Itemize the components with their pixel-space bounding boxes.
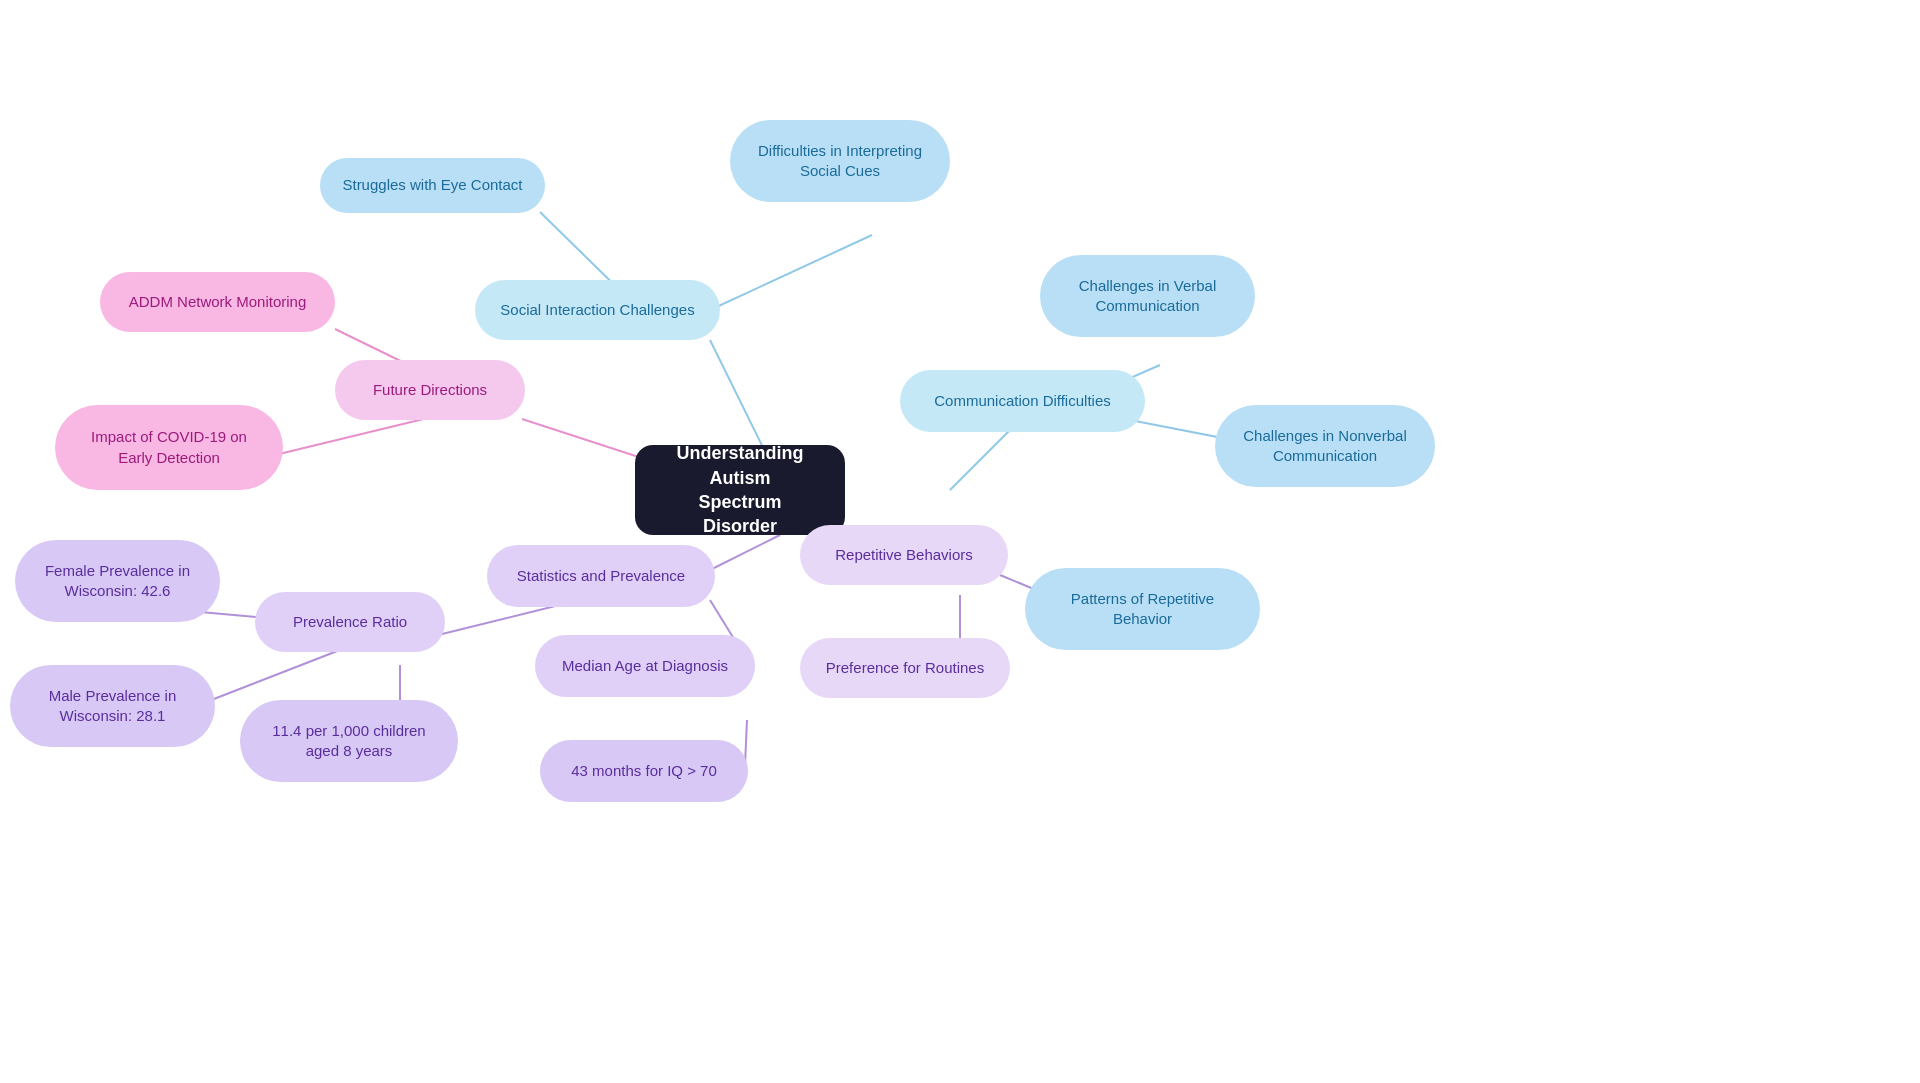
svg-line-8 (275, 415, 440, 455)
children-rate-node: 11.4 per 1,000 children aged 8 years (240, 700, 458, 782)
center-node: Understanding Autism Spectrum Disorder (635, 445, 845, 535)
difficulties-social-cues-node: Difficulties in Interpreting Social Cues (730, 120, 950, 202)
nonverbal-communication-node: Challenges in Nonverbal Communication (1215, 405, 1435, 487)
months-iq-node: 43 months for IQ > 70 (540, 740, 748, 802)
svg-line-3 (950, 430, 1010, 490)
social-interaction-node: Social Interaction Challenges (475, 280, 720, 340)
svg-line-9 (710, 535, 780, 570)
repetitive-behaviors-node: Repetitive Behaviors (800, 525, 1008, 585)
prevalence-ratio-node: Prevalence Ratio (255, 592, 445, 652)
verbal-communication-node: Challenges in Verbal Communication (1040, 255, 1255, 337)
female-prevalence-node: Female Prevalence in Wisconsin: 42.6 (15, 540, 220, 622)
communication-difficulties-node: Communication Difficulties (900, 370, 1145, 432)
preference-routines-node: Preference for Routines (800, 638, 1010, 698)
patterns-repetitive-node: Patterns of Repetitive Behavior (1025, 568, 1260, 650)
future-directions-node: Future Directions (335, 360, 525, 420)
covid-node: Impact of COVID-19 on Early Detection (55, 405, 283, 490)
mindmap-canvas: Understanding Autism Spectrum Disorder S… (0, 0, 1920, 1083)
statistics-prevalence-node: Statistics and Prevalence (487, 545, 715, 607)
struggles-eye-contact-node: Struggles with Eye Contact (320, 158, 545, 213)
svg-line-2 (710, 235, 872, 310)
median-age-node: Median Age at Diagnosis (535, 635, 755, 697)
addm-node: ADDM Network Monitoring (100, 272, 335, 332)
male-prevalence-node: Male Prevalence in Wisconsin: 28.1 (10, 665, 215, 747)
